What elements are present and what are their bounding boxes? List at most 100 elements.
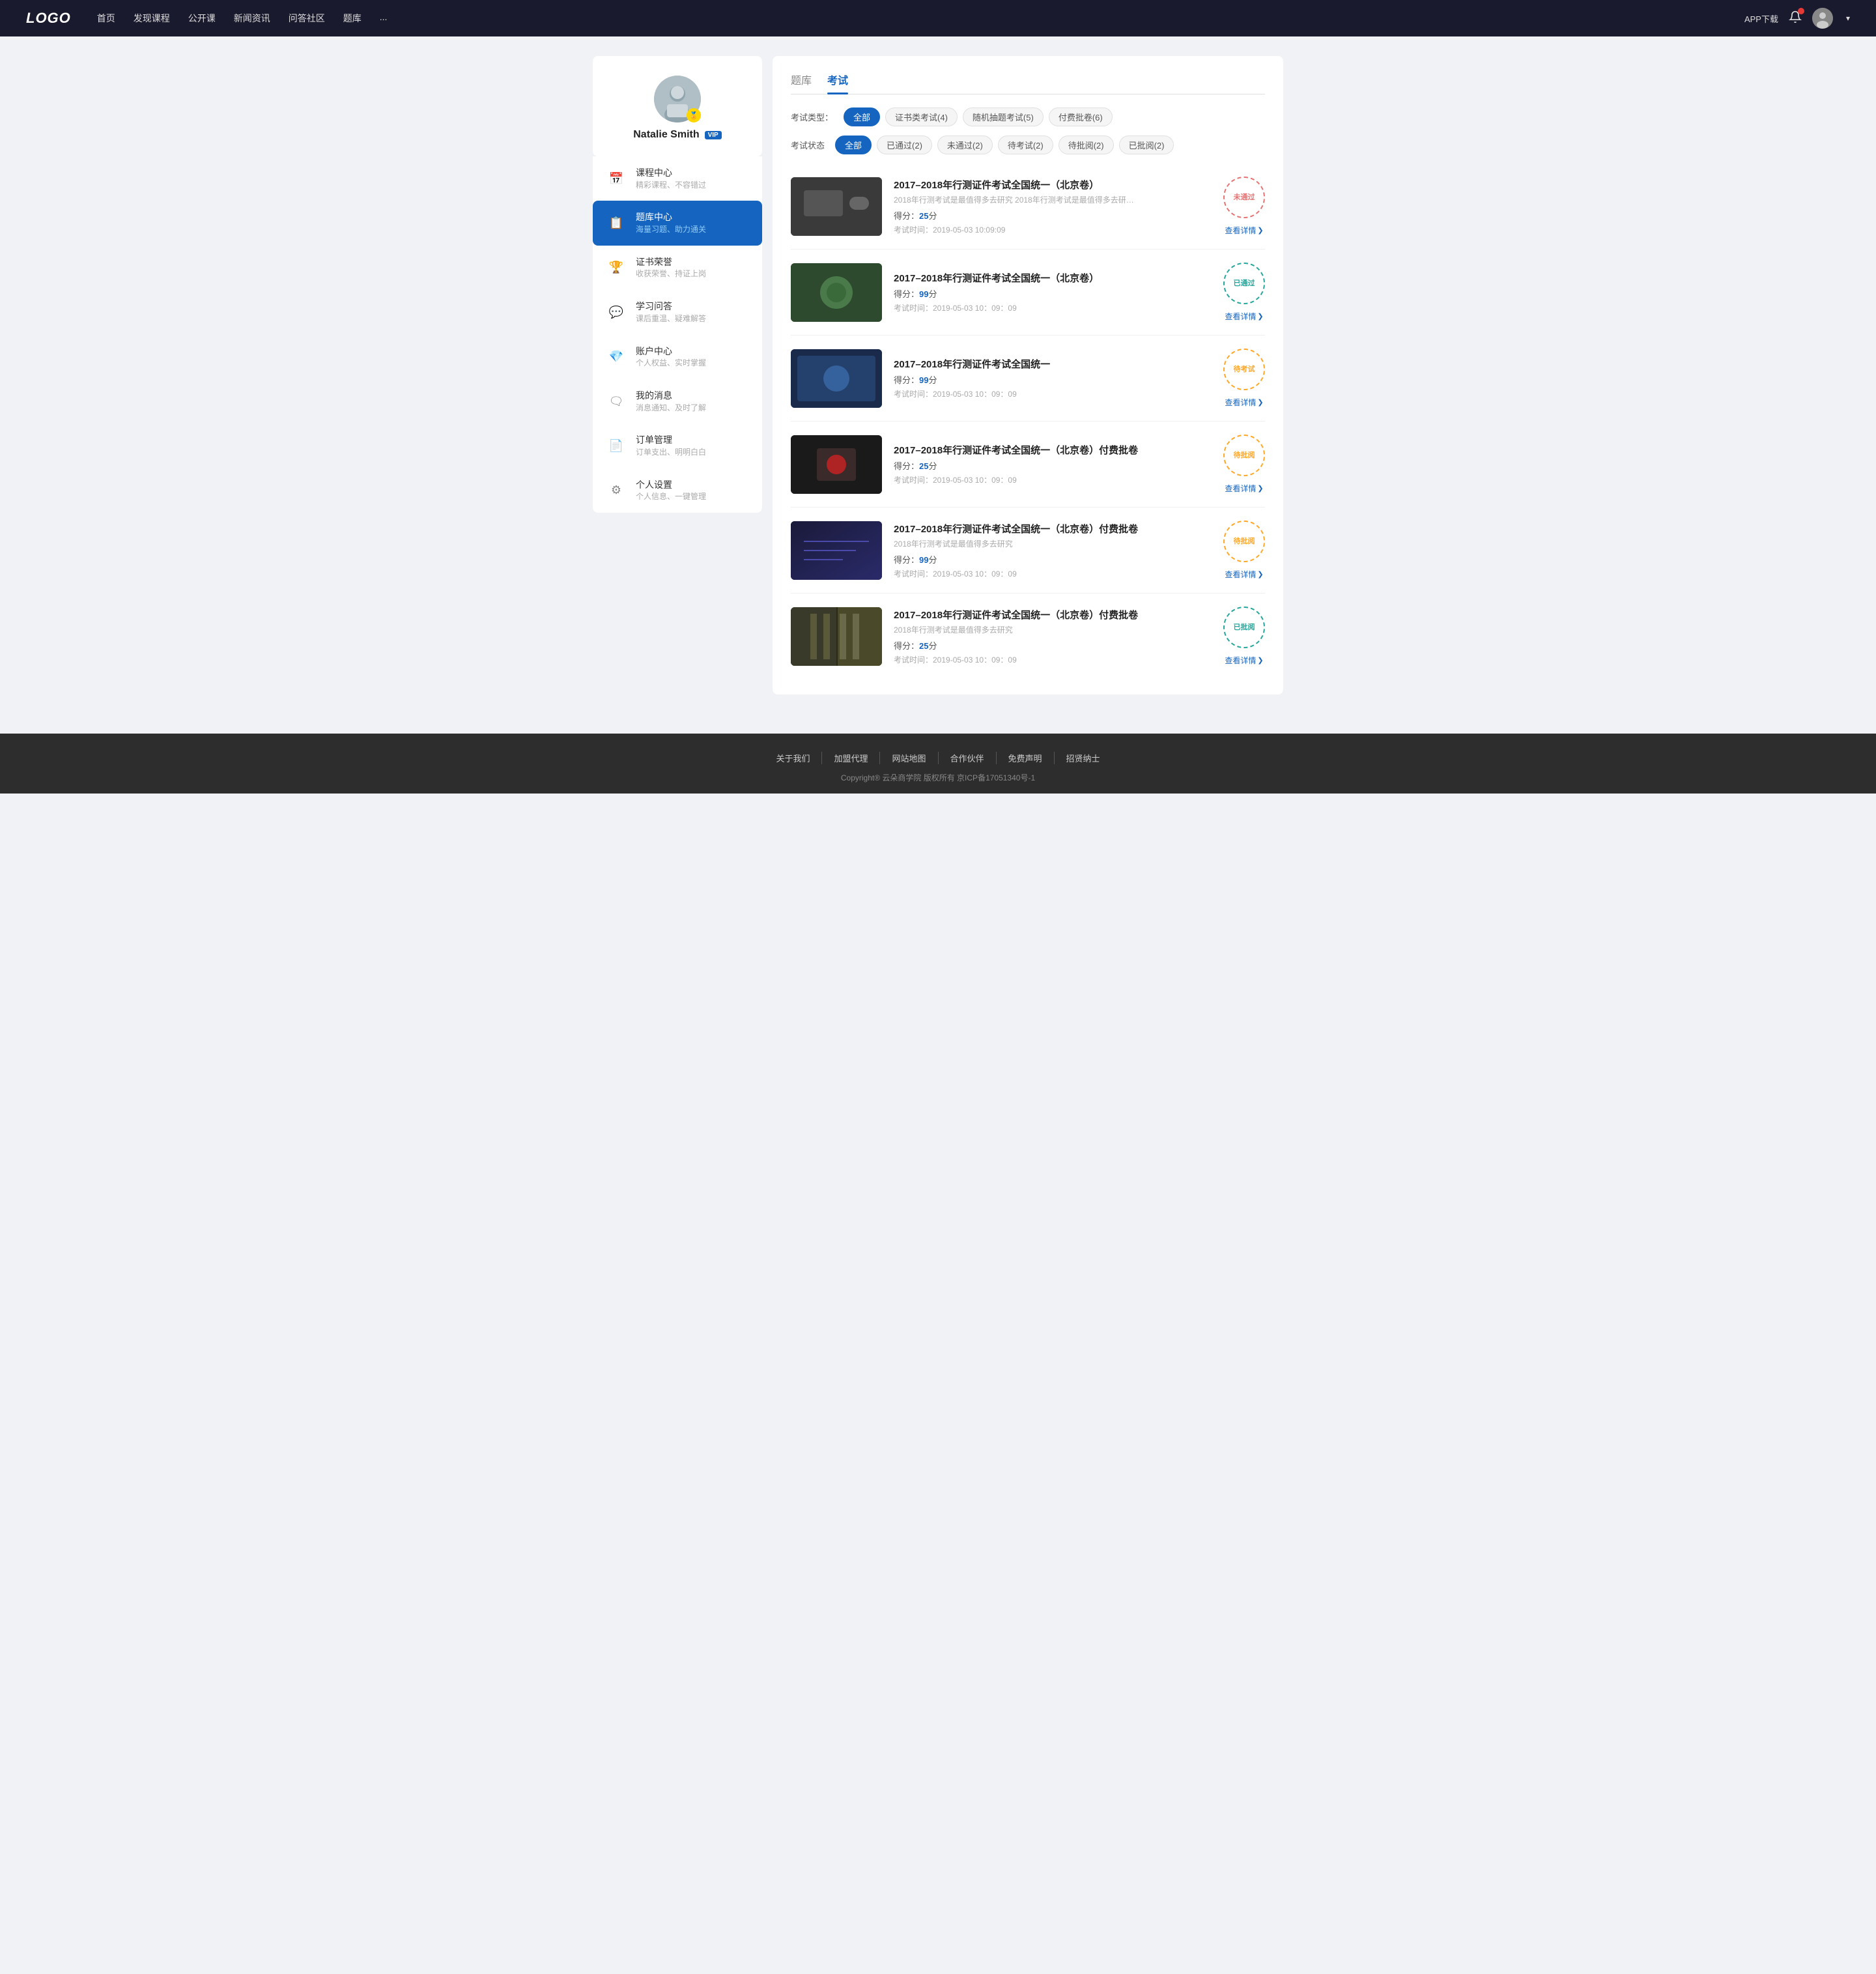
exam-score-exam-6: 得分：25分	[894, 639, 1212, 651]
nav-link-新闻资讯[interactable]: 新闻资讯	[234, 12, 270, 25]
user-avatar[interactable]	[1812, 8, 1833, 29]
exam-stamp-exam-4: 待批阅	[1223, 435, 1265, 476]
exam-info-exam-5: 2017–2018年行测证件考试全国统一（北京卷）付费批卷 2018年行测考试是…	[894, 522, 1212, 579]
footer-link-网站地图[interactable]: 网站地图	[880, 752, 938, 764]
exam-item-exam-1: 2017–2018年行测证件考试全国统一（北京卷） 2018年行测考试是最值得多…	[791, 164, 1265, 250]
exam-status-filter-row: 考试状态 全部已通过(2)未通过(2)待考试(2)待批阅(2)已批阅(2)	[791, 136, 1265, 154]
exam-stamp-exam-5: 待批阅	[1223, 521, 1265, 562]
nav-link-首页[interactable]: 首页	[97, 12, 115, 25]
menu-title-qa: 学习问答	[636, 300, 749, 313]
view-detail-btn-exam-5[interactable]: 查看详情 ❯	[1225, 569, 1263, 580]
content-tabs: 题库考试	[791, 72, 1265, 94]
sidebar-item-certificates[interactable]: 🏆 证书荣誉 收获荣誉、持证上岗	[593, 246, 762, 290]
sidebar-profile: 🏅 Natalie Smith VIP	[593, 56, 762, 156]
user-dropdown-arrow[interactable]: ▾	[1846, 14, 1850, 23]
menu-title-orders: 订单管理	[636, 434, 749, 447]
view-detail-btn-exam-4[interactable]: 查看详情 ❯	[1225, 483, 1263, 494]
exam-status-filter-all[interactable]: 全部	[835, 136, 872, 154]
footer: 关于我们加盟代理网站地图合作伙伴免费声明招贤纳士 Copyright® 云朵商学…	[0, 734, 1876, 794]
footer-link-合作伙伴[interactable]: 合作伙伴	[939, 752, 997, 764]
app-download-link[interactable]: APP下载	[1744, 12, 1778, 25]
sidebar-item-settings[interactable]: ⚙ 个人设置 个人信息、一键管理	[593, 468, 762, 513]
exam-status-filter-passed[interactable]: 已通过(2)	[877, 136, 932, 154]
notification-badge	[1798, 8, 1804, 14]
menu-icon-messages: 🗨	[606, 391, 627, 412]
exam-item-exam-2: 2017–2018年行测证件考试全国统一（北京卷） 得分：99分 考试时间：20…	[791, 250, 1265, 336]
menu-title-account: 账户中心	[636, 345, 749, 358]
nav-link-发现课程[interactable]: 发现课程	[134, 12, 170, 25]
nav-link-公开课[interactable]: 公开课	[188, 12, 216, 25]
view-detail-btn-exam-3[interactable]: 查看详情 ❯	[1225, 397, 1263, 408]
exam-type-label: 考试类型：	[791, 111, 833, 123]
nav-link-问答社区[interactable]: 问答社区	[289, 12, 325, 25]
menu-icon-course-center: 📅	[606, 168, 627, 189]
menu-desc-messages: 消息通知、及时了解	[636, 403, 749, 414]
menu-desc-orders: 订单支出、明明白白	[636, 447, 749, 458]
menu-title-settings: 个人设置	[636, 479, 749, 492]
menu-icon-qa: 💬	[606, 302, 627, 322]
footer-link-关于我们[interactable]: 关于我们	[764, 752, 822, 764]
exam-thumb-exam-3	[791, 349, 882, 408]
menu-title-certificates: 证书荣誉	[636, 256, 749, 269]
exam-info-exam-4: 2017–2018年行测证件考试全国统一（北京卷）付费批卷 得分：25分 考试时…	[894, 443, 1212, 485]
exam-info-exam-6: 2017–2018年行测证件考试全国统一（北京卷）付费批卷 2018年行测考试是…	[894, 608, 1212, 665]
menu-icon-settings: ⚙	[606, 480, 627, 501]
exam-status-filter-pending[interactable]: 待考试(2)	[998, 136, 1053, 154]
exam-actions-exam-5: 待批阅 查看详情 ❯	[1223, 521, 1265, 580]
menu-icon-question-bank: 📋	[606, 213, 627, 234]
navbar: LOGO 首页 发现课程 公开课 新闻资讯 问答社区 题库... APP下载 ▾	[0, 0, 1876, 36]
exam-time-exam-6: 考试时间：2019-05-03 10：09：09	[894, 654, 1212, 665]
exam-desc-exam-6: 2018年行测考试是最值得多去研究	[894, 624, 1141, 635]
profile-avatar-wrap: 🏅	[654, 76, 701, 122]
sidebar-item-messages[interactable]: 🗨 我的消息 消息通知、及时了解	[593, 379, 762, 423]
nav-links: 首页 发现课程 公开课 新闻资讯 问答社区 题库...	[97, 12, 1744, 25]
sidebar-item-orders[interactable]: 📄 订单管理 订单支出、明明白白	[593, 423, 762, 468]
exam-type-filter-cert[interactable]: 证书类考试(4)	[885, 107, 958, 126]
view-detail-btn-exam-1[interactable]: 查看详情 ❯	[1225, 225, 1263, 236]
logo[interactable]: LOGO	[26, 10, 71, 27]
menu-desc-settings: 个人信息、一键管理	[636, 491, 749, 502]
menu-title-question-bank: 题库中心	[636, 211, 749, 224]
exam-type-filter-all[interactable]: 全部	[844, 107, 880, 126]
exam-desc-exam-1: 2018年行测考试是最值得多去研究 2018年行测考试是最值得多去研究 2018…	[894, 194, 1141, 205]
exam-score-exam-1: 得分：25分	[894, 209, 1212, 222]
exam-actions-exam-6: 已批阅 查看详情 ❯	[1223, 607, 1265, 666]
content-area: 题库考试 考试类型： 全部证书类考试(4) 随机抽题考试(5) 付费批卷(6) 考试…	[773, 56, 1283, 694]
nav-link-题库[interactable]: 题库	[343, 12, 362, 25]
exam-stamp-exam-6: 已批阅	[1223, 607, 1265, 648]
profile-name-row: Natalie Smith VIP	[606, 129, 749, 141]
menu-desc-certificates: 收获荣誉、持证上岗	[636, 268, 749, 279]
sidebar-item-question-bank[interactable]: 📋 题库中心 海量习题、助力通关	[593, 201, 762, 245]
profile-name: Natalie Smith	[633, 129, 699, 141]
sidebar-menu: 📅 课程中心 精彩课程、不容错过 📋 题库中心 海量习题、助力通关 🏆 证书荣誉…	[593, 156, 762, 513]
footer-link-免费声明[interactable]: 免费声明	[997, 752, 1055, 764]
question-bank-tab[interactable]: 题库	[791, 72, 812, 94]
footer-links: 关于我们加盟代理网站地图合作伙伴免费声明招贤纳士	[0, 752, 1876, 764]
exam-status-filter-failed[interactable]: 未通过(2)	[937, 136, 993, 154]
exam-item-exam-5: 2017–2018年行测证件考试全国统一（北京卷）付费批卷 2018年行测考试是…	[791, 508, 1265, 594]
nav-link-...[interactable]: ...	[380, 12, 388, 25]
exam-type-filter-paid[interactable]: 付费批卷(6)	[1049, 107, 1113, 126]
exam-item-exam-6: 2017–2018年行测证件考试全国统一（北京卷）付费批卷 2018年行测考试是…	[791, 594, 1265, 679]
view-detail-btn-exam-2[interactable]: 查看详情 ❯	[1225, 311, 1263, 322]
exam-type-filters: 全部证书类考试(4) 随机抽题考试(5) 付费批卷(6)	[844, 107, 1113, 126]
exam-item-exam-4: 2017–2018年行测证件考试全国统一（北京卷）付费批卷 得分：25分 考试时…	[791, 422, 1265, 508]
sidebar: 🏅 Natalie Smith VIP 📅 课程中心 精彩课程、不容错过 📋 题…	[593, 56, 762, 694]
exam-thumb-exam-5	[791, 521, 882, 580]
exam-status-filters: 全部已通过(2) 未通过(2) 待考试(2) 待批阅(2) 已批阅(2)	[835, 136, 1174, 154]
exam-tab[interactable]: 考试	[827, 72, 848, 94]
exam-type-filter-random[interactable]: 随机抽题考试(5)	[963, 107, 1044, 126]
sidebar-item-course-center[interactable]: 📅 课程中心 精彩课程、不容错过	[593, 156, 762, 201]
sidebar-item-account[interactable]: 💎 账户中心 个人权益、实时掌握	[593, 335, 762, 379]
footer-link-招贤纳士[interactable]: 招贤纳士	[1055, 752, 1112, 764]
exam-status-filter-reviewed[interactable]: 已批阅(2)	[1119, 136, 1174, 154]
sidebar-item-qa[interactable]: 💬 学习问答 课后重温、疑难解答	[593, 290, 762, 334]
exam-thumb-exam-2	[791, 263, 882, 322]
view-detail-btn-exam-6[interactable]: 查看详情 ❯	[1225, 655, 1263, 666]
exam-title-exam-2: 2017–2018年行测证件考试全国统一（北京卷）	[894, 271, 1212, 285]
exam-score-exam-2: 得分：99分	[894, 287, 1212, 300]
menu-icon-certificates: 🏆	[606, 257, 627, 278]
exam-status-filter-pending-review[interactable]: 待批阅(2)	[1059, 136, 1114, 154]
notification-bell[interactable]	[1789, 10, 1802, 27]
footer-link-加盟代理[interactable]: 加盟代理	[822, 752, 880, 764]
